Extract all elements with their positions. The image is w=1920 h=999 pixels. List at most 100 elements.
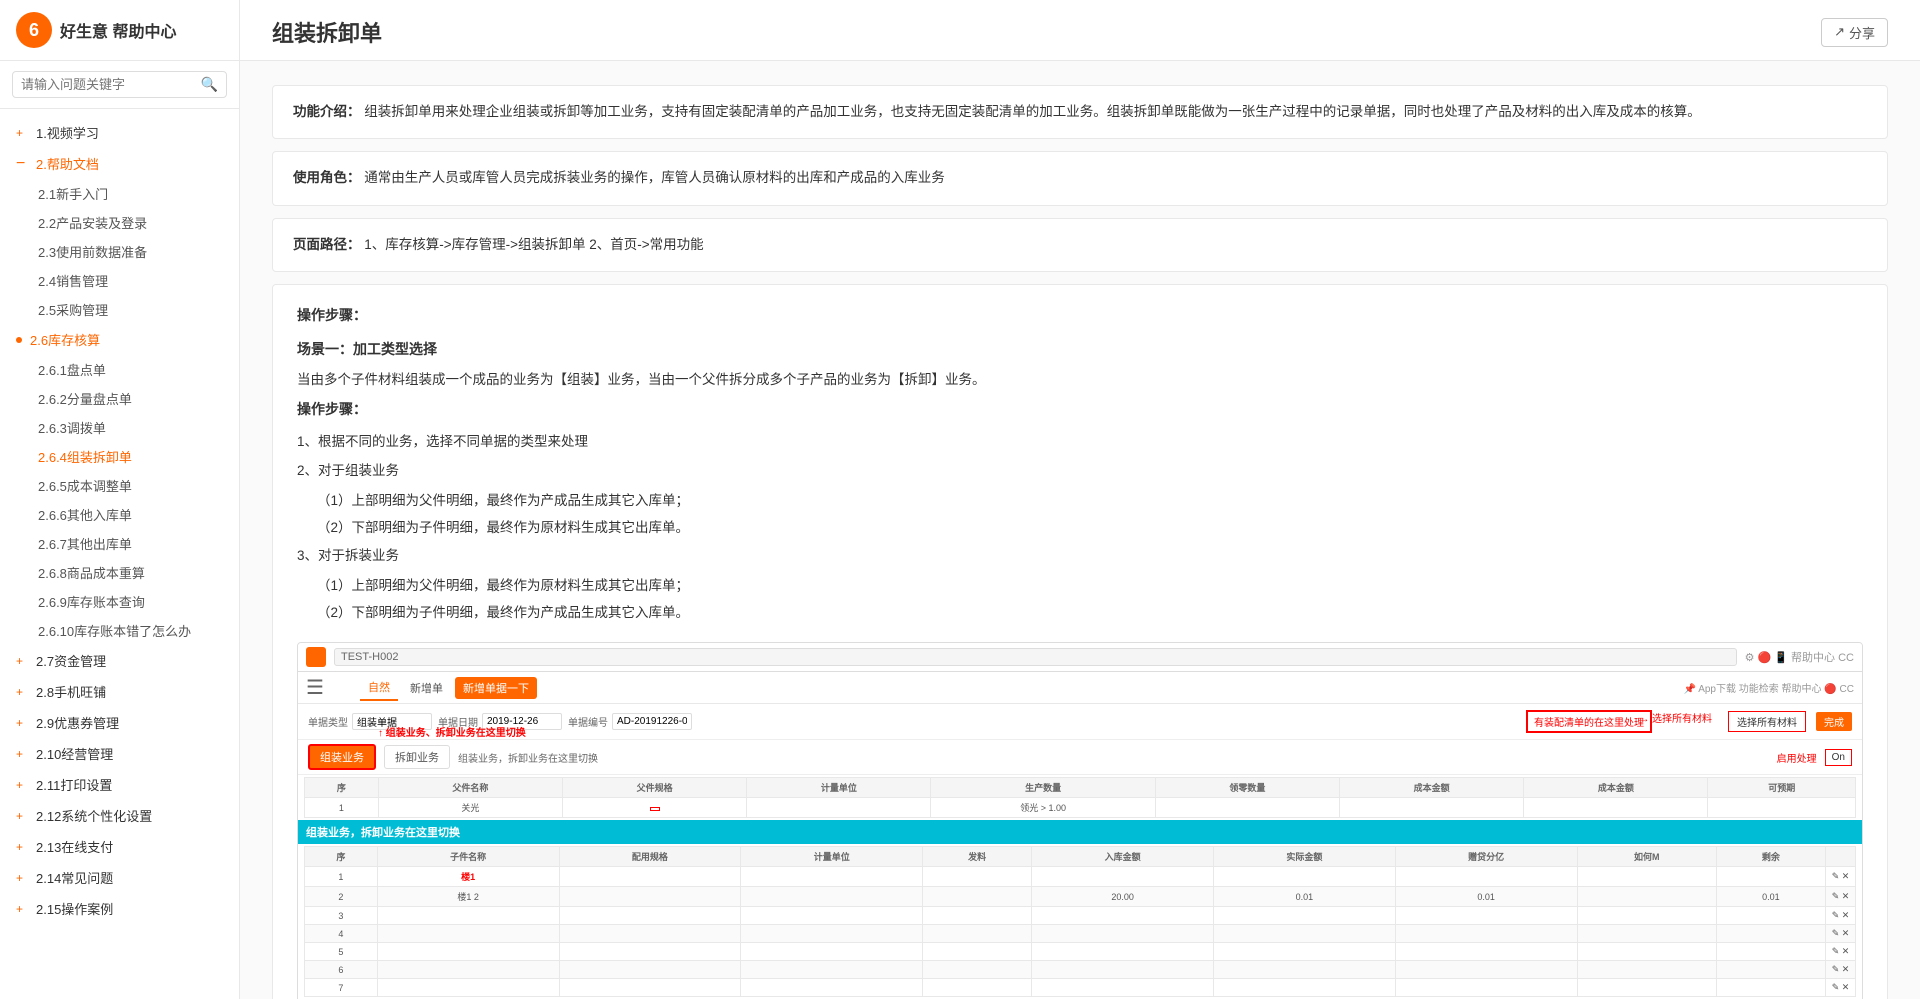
- sidebar-item-2.6.6[interactable]: 2.6.6其他入库单: [0, 500, 239, 529]
- col-seq: 序: [305, 778, 379, 798]
- logo-icon: 6: [16, 12, 52, 48]
- sidebar-item-label: 2.7资金管理: [36, 651, 106, 670]
- mock-lower-table: 序 子件名称 配用规格 计量单位 发料 入库金额 实际金额 赠贷分亿 如何M: [304, 846, 1856, 997]
- search-input[interactable]: [21, 77, 201, 92]
- mock-num-label: 单据编号: [568, 714, 608, 729]
- sidebar-item-inventory[interactable]: 2.6库存核算: [0, 324, 239, 355]
- sidebar-item-label: 2.9优惠券管理: [36, 713, 119, 732]
- sidebar-item-2.8[interactable]: + 2.8手机旺铺: [0, 676, 239, 707]
- step3-sub2: （2）下部明细为子件明细，最终作为产成品生成其它入库单。: [317, 600, 1863, 626]
- sidebar-item-2.14[interactable]: + 2.14常见问题: [0, 862, 239, 893]
- sidebar-item-2.12[interactable]: + 2.12系统个性化设置: [0, 800, 239, 831]
- mock-select-all-btn[interactable]: 选择所有材料: [1728, 711, 1806, 732]
- sidebar-item-2.7[interactable]: + 2.7资金管理: [0, 645, 239, 676]
- sidebar-item-2.6.5[interactable]: 2.6.5成本调整单: [0, 471, 239, 500]
- step2: 2、对于组装业务: [297, 458, 1863, 484]
- mock-add-button[interactable]: 新增单据一下: [455, 677, 537, 699]
- col-parent-name: 父件名称: [378, 778, 562, 798]
- table-row: 4✎ ✕: [305, 925, 1856, 943]
- plus-icon: +: [16, 902, 30, 916]
- sidebar-item-install[interactable]: 2.2产品安装及登录: [0, 208, 239, 237]
- sidebar-item-2.10[interactable]: + 2.10经营管理: [0, 738, 239, 769]
- role-label: 使用角色：: [293, 170, 361, 185]
- plus-icon: +: [16, 809, 30, 823]
- share-button[interactable]: ↗ 分享: [1821, 18, 1888, 47]
- sidebar-item-videos[interactable]: + 1.视频学习: [0, 117, 239, 148]
- scene1-desc: 当由多个子件材料组装成一个成品的业务为【组装】业务，当由一个父件拆分成多个子产品…: [297, 367, 1863, 393]
- sidebar-item-label: 2.14常见问题: [36, 868, 113, 887]
- sidebar-item-2.6.3[interactable]: 2.6.3调拨单: [0, 413, 239, 442]
- sidebar-item-2.11[interactable]: + 2.11打印设置: [0, 769, 239, 800]
- intro-text: 功能介绍： 组装拆卸单用来处理企业组装或拆卸等加工业务，支持有固定装配清单的产品…: [293, 100, 1867, 124]
- sidebar-item-2.6.4[interactable]: 2.6.4组装拆卸单: [0, 442, 239, 471]
- step1: 1、根据不同的业务，选择不同单据的类型来处理: [297, 429, 1863, 455]
- mock-nav-bar: ☰ 自然 新增单 新增单据一下 📌 App下载 功能检索 帮助中心 🔴 CC: [298, 672, 1862, 704]
- sidebar-item-prepare[interactable]: 2.3使用前数据准备: [0, 237, 239, 266]
- mock-assemble-btn[interactable]: 组装业务: [308, 744, 376, 770]
- minus-icon: −: [16, 156, 30, 172]
- sidebar-item-2.6.2[interactable]: 2.6.2分量盘点单: [0, 384, 239, 413]
- mock-upper-table: 序 父件名称 父件规格 计量单位 生产数量 领零数量 成本金额 成本金额 可预期: [304, 777, 1856, 818]
- sidebar-item-purchase[interactable]: 2.5采购管理: [0, 295, 239, 324]
- path-block: 页面路径： 1、库存核算->库存管理->组装拆卸单 2、首页->常用功能: [272, 218, 1888, 272]
- mock-num-input[interactable]: [612, 713, 692, 730]
- annotation-enable: 启用处理: [1777, 750, 1817, 765]
- role-text: 使用角色： 通常由生产人员或库管人员完成拆装业务的操作，库管人员确认原材料的出库…: [293, 166, 1867, 190]
- mock-app-bar: TEST-H002 ⚙ 🔴 📱 帮助中心 CC: [298, 643, 1862, 672]
- steps-title: 操作步骤：: [297, 399, 1863, 419]
- sidebar-item-label: 2.10经营管理: [36, 744, 113, 763]
- sidebar-item-label: 2.12系统个性化设置: [36, 806, 152, 825]
- mock-type-selector-row: 组装业务 拆卸业务 组装业务，拆卸业务在这里切换 ↑ 组装业务、拆卸业务在这里切…: [298, 740, 1862, 775]
- logo-text: 好生意 帮助中心: [60, 18, 176, 42]
- main-content: 功能介绍： 组装拆卸单用来处理企业组装或拆卸等加工业务，支持有固定装配清单的产品…: [240, 61, 1920, 999]
- circle-icon: [16, 337, 22, 343]
- plus-icon: +: [16, 716, 30, 730]
- mock-enable-field: On: [1825, 749, 1852, 766]
- sidebar-item-2.9[interactable]: + 2.9优惠券管理: [0, 707, 239, 738]
- sidebar-item-2.6.1[interactable]: 2.6.1盘点单: [0, 355, 239, 384]
- col-cost-amt2: 成本金额: [1524, 778, 1708, 798]
- role-body: 通常由生产人员或库管人员完成拆装业务的操作，库管人员确认原材料的出库和产成品的入…: [364, 170, 945, 185]
- step3: 3、对于拆装业务: [297, 543, 1863, 569]
- sidebar-item-helpdoc[interactable]: − 2.帮助文档: [0, 148, 239, 179]
- sidebar-item-label: 2.8手机旺铺: [36, 682, 106, 701]
- mock-tab-new[interactable]: 新增单: [402, 676, 451, 700]
- sidebar-item-newbie[interactable]: 2.1新手入门: [0, 179, 239, 208]
- table-row: 1 关光 领光 > 1.00: [305, 798, 1856, 818]
- page-title: 组装拆卸单: [272, 16, 382, 48]
- table-row: 2 楼1 2 20.00 0.01 0.01 0.01: [305, 887, 1856, 907]
- col-expected: 可预期: [1708, 778, 1856, 798]
- plus-icon: +: [16, 654, 30, 668]
- intro-label: 功能介绍：: [293, 104, 361, 119]
- mock-form-area: 单据类型 单据日期 单据编号: [298, 704, 1862, 740]
- sidebar-item-2.6.8[interactable]: 2.6.8商品成本重算: [0, 558, 239, 587]
- sidebar-item-2.13[interactable]: + 2.13在线支付: [0, 831, 239, 862]
- search-box: 🔍: [12, 71, 227, 98]
- sidebar-item-label: 2.13在线支付: [36, 837, 113, 856]
- mock-icons: ⚙ 🔴 📱 帮助中心 CC: [1745, 649, 1854, 665]
- main-area: 组装拆卸单 ↗ 分享 功能介绍： 组装拆卸单用来处理企业组装或拆卸等加工业务，支…: [240, 0, 1920, 999]
- sidebar-item-label: 2.6库存核算: [30, 330, 100, 349]
- sidebar-item-2.15[interactable]: + 2.15操作案例: [0, 893, 239, 924]
- role-block: 使用角色： 通常由生产人员或库管人员完成拆装业务的操作，库管人员确认原材料的出库…: [272, 151, 1888, 205]
- share-icon: ↗: [1834, 24, 1845, 40]
- table-row: 7✎ ✕: [305, 979, 1856, 997]
- mock-disassemble-btn[interactable]: 拆卸业务: [384, 745, 450, 769]
- sidebar-item-2.6.9[interactable]: 2.6.9库存账本查询: [0, 587, 239, 616]
- mock-tab-self[interactable]: 自然: [360, 675, 398, 701]
- screenshot-inner: TEST-H002 ⚙ 🔴 📱 帮助中心 CC ☰ 自然 新增单 新增单据一下: [298, 643, 1862, 999]
- plus-icon: +: [16, 778, 30, 792]
- mock-lower-table-area: ↓ 无固定清单可以直接在这里直接录入 序 子件名称 配用规格 计量单位 发料 入…: [298, 844, 1862, 999]
- mock-confirm-btn[interactable]: 完成: [1816, 712, 1852, 731]
- sidebar-item-sales[interactable]: 2.4销售管理: [0, 266, 239, 295]
- search-icon[interactable]: 🔍: [201, 76, 218, 93]
- table-row: 3✎ ✕: [305, 907, 1856, 925]
- plus-icon: +: [16, 126, 30, 140]
- plus-icon: +: [16, 840, 30, 854]
- annotation-fixed-bom: 有装配清单的在这里处理: [1526, 710, 1652, 733]
- sidebar-item-2.6.10[interactable]: 2.6.10库存账本错了怎么办: [0, 616, 239, 645]
- logo-area: 6 好生意 帮助中心: [0, 0, 239, 61]
- annotation-switch: ↑ 组装业务、拆卸业务在这里切换: [378, 724, 526, 739]
- table-row: 5✎ ✕: [305, 943, 1856, 961]
- sidebar-item-2.6.7[interactable]: 2.6.7其他出库单: [0, 529, 239, 558]
